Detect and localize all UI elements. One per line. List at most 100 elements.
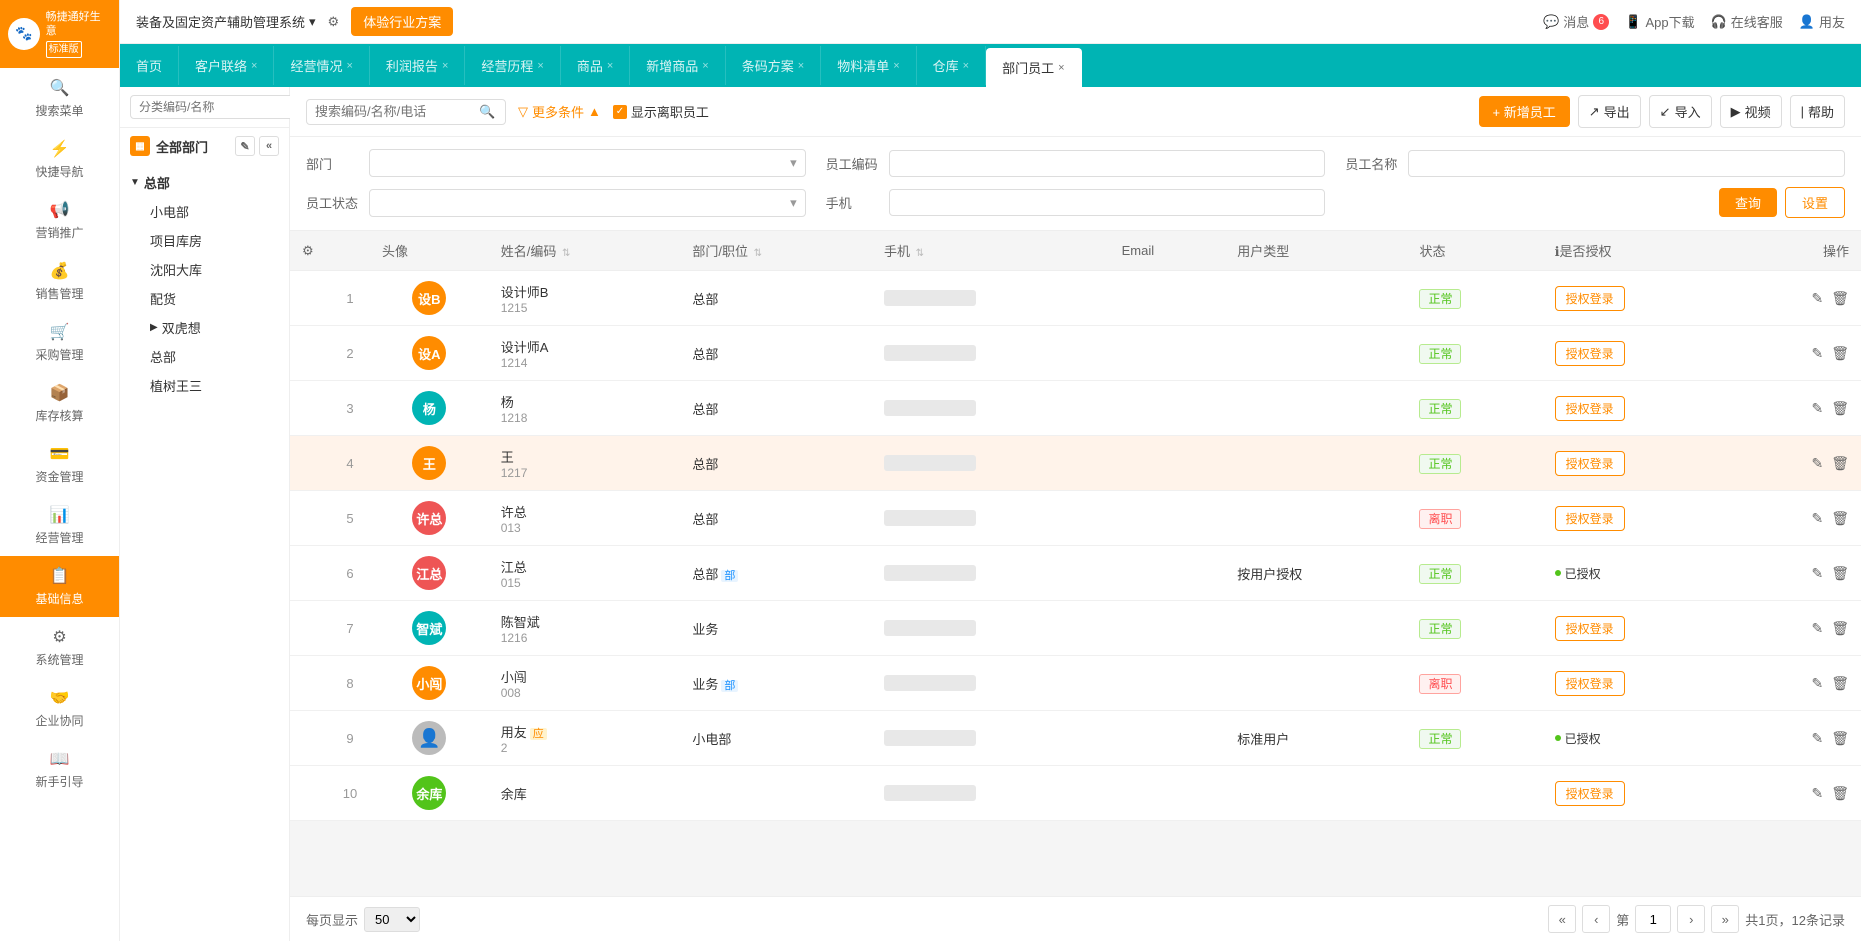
dept-collapse-btn[interactable]: « bbox=[259, 136, 279, 156]
dept-item-projroom[interactable]: 项目库房 bbox=[120, 226, 289, 255]
sidebar-item-collab[interactable]: 🤝企业协同 bbox=[0, 678, 119, 739]
auth-btn[interactable]: 授权登录 bbox=[1555, 506, 1625, 531]
phone-input[interactable] bbox=[889, 189, 1326, 216]
online-service-btn[interactable]: 🎧 在线客服 bbox=[1711, 12, 1783, 31]
message-btn[interactable]: 💬 消息 6 bbox=[1543, 12, 1609, 31]
tab-operations[interactable]: 经营情况× bbox=[274, 46, 369, 85]
dept-filter-input[interactable]: ▾ bbox=[369, 149, 806, 177]
tab-goods-close[interactable]: × bbox=[607, 60, 613, 72]
edit-btn[interactable]: ✎ bbox=[1811, 565, 1823, 582]
system-title-dropdown[interactable]: 装备及固定资产辅助管理系统 ▾ bbox=[136, 12, 316, 31]
edit-btn[interactable]: ✎ bbox=[1811, 345, 1823, 362]
sidebar-item-inventory[interactable]: 📦库存核算 bbox=[0, 373, 119, 434]
import-btn[interactable]: ↙ 导入 bbox=[1649, 95, 1712, 128]
tab-material-close[interactable]: × bbox=[893, 60, 899, 72]
tab-barcode[interactable]: 条码方案× bbox=[726, 46, 821, 85]
col-dept[interactable]: 部门/职位 ⇅ bbox=[680, 231, 872, 271]
last-page-btn[interactable]: » bbox=[1711, 905, 1739, 933]
edit-btn[interactable]: ✎ bbox=[1811, 400, 1823, 417]
sidebar-item-guide[interactable]: 📖新手引导 bbox=[0, 739, 119, 800]
tab-warehouse[interactable]: 仓库× bbox=[917, 46, 986, 85]
tab-history-close[interactable]: × bbox=[537, 60, 543, 72]
edit-btn[interactable]: ✎ bbox=[1811, 455, 1823, 472]
tab-customer[interactable]: 客户联络× bbox=[179, 46, 274, 85]
tab-add-goods[interactable]: 新增商品× bbox=[630, 46, 725, 85]
delete-btn[interactable]: 🗑 bbox=[1831, 565, 1849, 582]
auth-btn[interactable]: 授权登录 bbox=[1555, 671, 1625, 696]
sidebar-item-sales[interactable]: 💰销售管理 bbox=[0, 251, 119, 312]
delete-btn[interactable]: 🗑 bbox=[1831, 785, 1849, 802]
tab-profit[interactable]: 利润报告× bbox=[370, 46, 465, 85]
tab-employees[interactable]: 部门员工× bbox=[986, 48, 1081, 87]
delete-btn[interactable]: 🗑 bbox=[1831, 730, 1849, 747]
auth-btn[interactable]: 授权登录 bbox=[1555, 616, 1625, 641]
emp-code-input[interactable] bbox=[889, 150, 1326, 177]
auth-btn[interactable]: 授权登录 bbox=[1555, 341, 1625, 366]
tab-home[interactable]: 首页 bbox=[120, 46, 179, 85]
sidebar-item-basic[interactable]: 📋基础信息 bbox=[0, 556, 119, 617]
emp-name-field[interactable] bbox=[1417, 156, 1836, 171]
tab-operations-close[interactable]: × bbox=[346, 60, 352, 72]
tab-profit-close[interactable]: × bbox=[442, 60, 448, 72]
more-conditions-btn[interactable]: ▽ 更多条件 ▲ bbox=[518, 102, 601, 121]
prev-page-btn[interactable]: ‹ bbox=[1582, 905, 1610, 933]
next-page-btn[interactable]: › bbox=[1677, 905, 1705, 933]
sidebar-item-search[interactable]: 🔍搜索菜单 bbox=[0, 68, 119, 129]
delete-btn[interactable]: 🗑 bbox=[1831, 345, 1849, 362]
sidebar-item-purchase[interactable]: 🛒采购管理 bbox=[0, 312, 119, 373]
settings-icon[interactable]: ⚙ bbox=[328, 14, 340, 30]
dept-item-peihou[interactable]: 配货 bbox=[120, 284, 289, 313]
dept-item-shuanghu[interactable]: ▶双虎想 bbox=[120, 313, 289, 342]
auth-btn[interactable]: 授权登录 bbox=[1555, 781, 1625, 806]
dept-item-shenyang[interactable]: 沈阳大库 bbox=[120, 255, 289, 284]
emp-code-field[interactable] bbox=[898, 156, 1317, 171]
app-download-btn[interactable]: 📱 App下载 bbox=[1625, 12, 1694, 31]
edit-btn[interactable]: ✎ bbox=[1811, 290, 1823, 307]
view-btn[interactable]: ▶ 视频 bbox=[1720, 95, 1782, 128]
dept-all[interactable]: ▦ 全部部门 ✎ « bbox=[120, 128, 289, 164]
user-menu[interactable]: 👤 用友 bbox=[1799, 12, 1845, 31]
search-icon[interactable]: 🔍 bbox=[479, 104, 495, 120]
col-settings[interactable]: ⚙ bbox=[290, 231, 330, 271]
set-btn[interactable]: 设置 bbox=[1785, 187, 1845, 218]
tab-history[interactable]: 经营历程× bbox=[465, 46, 560, 85]
delete-btn[interactable]: 🗑 bbox=[1831, 675, 1849, 692]
sidebar-item-marketing[interactable]: 📢营销推广 bbox=[0, 190, 119, 251]
tab-barcode-close[interactable]: × bbox=[798, 60, 804, 72]
delete-btn[interactable]: 🗑 bbox=[1831, 455, 1849, 472]
show-resigned-toggle[interactable]: ✓ 显示离职员工 bbox=[613, 102, 709, 121]
delete-btn[interactable]: 🗑 bbox=[1831, 510, 1849, 527]
tab-warehouse-close[interactable]: × bbox=[963, 60, 969, 72]
tab-employees-close[interactable]: × bbox=[1058, 62, 1064, 74]
col-phone[interactable]: 手机 ⇅ bbox=[872, 231, 1110, 271]
tab-customer-close[interactable]: × bbox=[251, 60, 257, 72]
phone-field[interactable] bbox=[898, 195, 1317, 210]
edit-btn[interactable]: ✎ bbox=[1811, 730, 1823, 747]
help-btn[interactable]: | 帮助 bbox=[1790, 95, 1845, 128]
page-input[interactable] bbox=[1635, 905, 1671, 933]
search-btn[interactable]: 查询 bbox=[1719, 188, 1777, 217]
delete-btn[interactable]: 🗑 bbox=[1831, 620, 1849, 637]
edit-btn[interactable]: ✎ bbox=[1811, 620, 1823, 637]
dept-item-zongbu[interactable]: 总部 bbox=[120, 342, 289, 371]
dept-item-xiaoedept[interactable]: 小电部 bbox=[120, 197, 289, 226]
add-employee-btn[interactable]: + 新增员工 bbox=[1479, 96, 1570, 127]
delete-btn[interactable]: 🗑 bbox=[1831, 290, 1849, 307]
dept-item-zhushuwang[interactable]: 植树王三 bbox=[120, 371, 289, 400]
export-btn[interactable]: ↗ 导出 bbox=[1578, 95, 1641, 128]
tab-goods[interactable]: 商品× bbox=[561, 46, 630, 85]
delete-btn[interactable]: 🗑 bbox=[1831, 400, 1849, 417]
show-resigned-checkbox[interactable]: ✓ bbox=[613, 105, 627, 119]
emp-status-input[interactable]: ▾ bbox=[369, 189, 806, 217]
tab-material[interactable]: 物料清单× bbox=[821, 46, 916, 85]
auth-btn[interactable]: 授权登录 bbox=[1555, 451, 1625, 476]
dept-search-input[interactable] bbox=[130, 95, 303, 119]
auth-btn[interactable]: 授权登录 bbox=[1555, 396, 1625, 421]
tab-add-goods-close[interactable]: × bbox=[702, 60, 708, 72]
edit-btn[interactable]: ✎ bbox=[1811, 675, 1823, 692]
emp-name-input[interactable] bbox=[1408, 150, 1845, 177]
dept-edit-btn[interactable]: ✎ bbox=[235, 136, 255, 156]
auth-btn[interactable]: 授权登录 bbox=[1555, 286, 1625, 311]
edit-btn[interactable]: ✎ bbox=[1811, 785, 1823, 802]
search-input[interactable] bbox=[315, 104, 475, 119]
